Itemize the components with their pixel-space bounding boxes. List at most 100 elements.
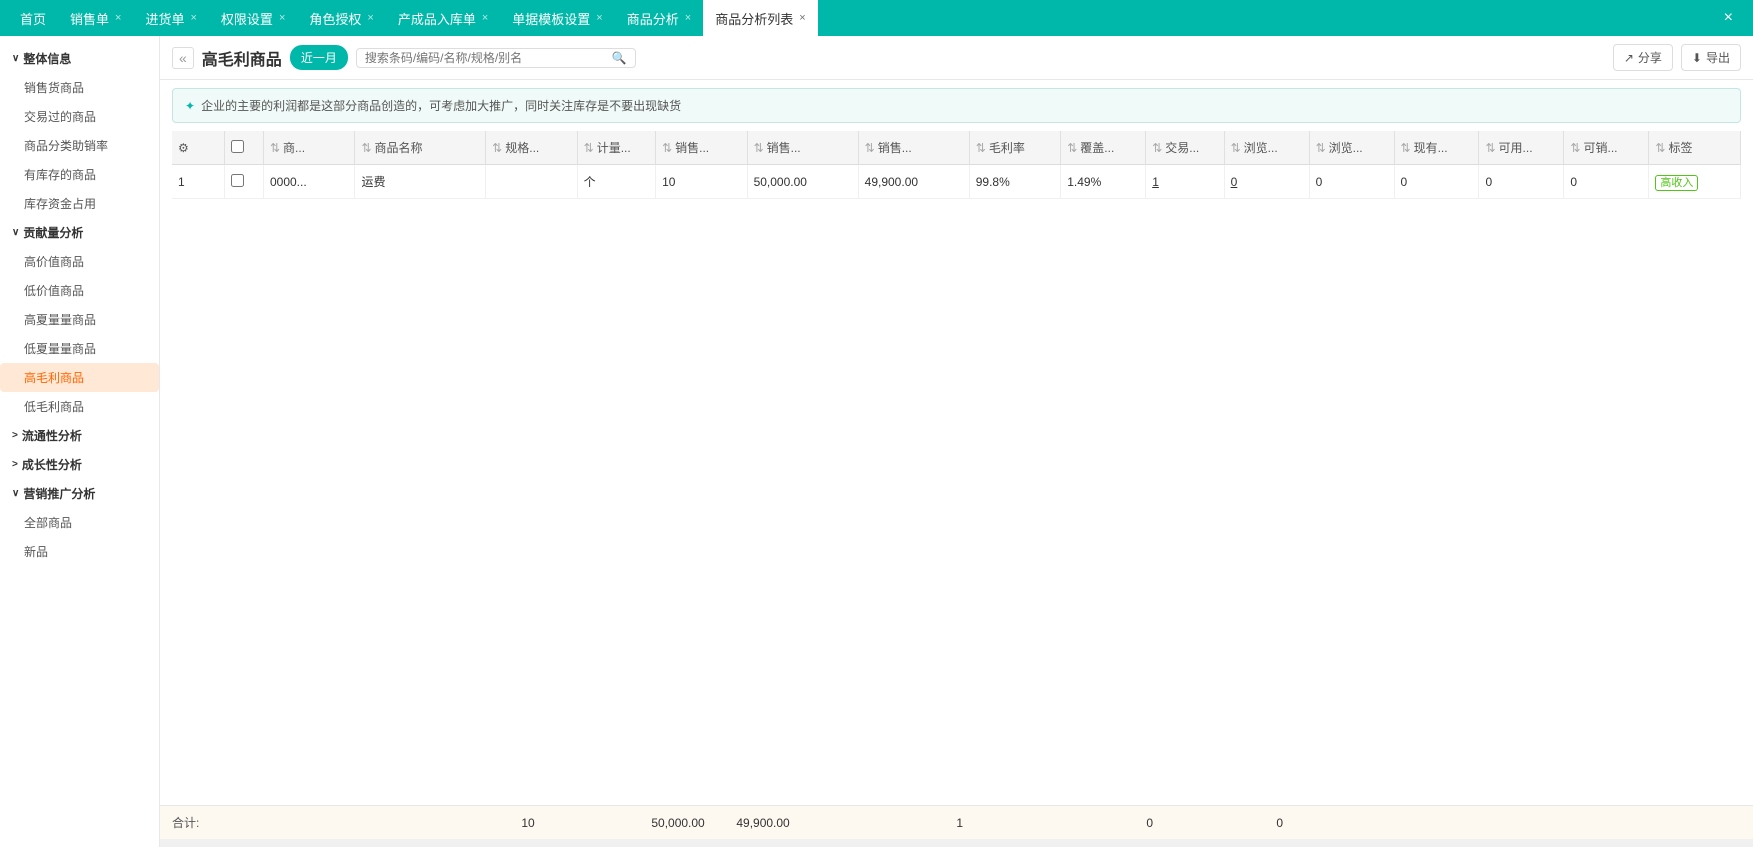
- share-button[interactable]: ↗ 分享: [1613, 44, 1673, 71]
- col-header-2[interactable]: ⇅商...: [263, 131, 354, 165]
- sort-icon: ⇅: [361, 141, 371, 155]
- nav-item-角色授权[interactable]: 角色授权×: [297, 0, 385, 36]
- nav-close-icon[interactable]: ×: [190, 12, 196, 24]
- sidebar-item-交易过的商品[interactable]: 交易过的商品: [0, 102, 159, 131]
- col-header-12[interactable]: ⇅浏览...: [1224, 131, 1309, 165]
- footer-transactions: 1: [956, 816, 1016, 830]
- table-row: 10000...运费个1050,000.0049,900.0099.8%1.49…: [172, 165, 1741, 199]
- row-views1[interactable]: 0: [1224, 165, 1309, 199]
- sidebar-item-低价值商品[interactable]: 低价值商品: [0, 276, 159, 305]
- col-header-7[interactable]: ⇅销售...: [747, 131, 858, 165]
- filter-recent-month-button[interactable]: 近一月: [290, 45, 348, 70]
- sidebar-item-高毛利商品[interactable]: 高毛利商品: [0, 363, 159, 392]
- nav-item-首页[interactable]: 首页: [8, 0, 58, 36]
- row-tag[interactable]: 高收入: [1649, 165, 1741, 199]
- footer-sales-profit: 49,900.00: [736, 816, 821, 830]
- col-header-3[interactable]: ⇅商品名称: [355, 131, 486, 165]
- sidebar-item-低毛利商品[interactable]: 低毛利商品: [0, 392, 159, 421]
- footer-bar: 合计: 10 50,000.00 49,900.00 1 0 0: [160, 805, 1753, 839]
- col-header-14[interactable]: ⇅现有...: [1394, 131, 1479, 165]
- chevron-icon: >: [12, 430, 18, 441]
- select-all-checkbox[interactable]: [231, 140, 244, 153]
- col-header-8[interactable]: ⇅销售...: [858, 131, 969, 165]
- row-sales-profit: 49,900.00: [858, 165, 969, 199]
- nav-close-icon[interactable]: ×: [279, 12, 285, 24]
- sort-icon: ⇅: [976, 141, 986, 155]
- nav-close-icon[interactable]: ×: [482, 12, 488, 24]
- chevron-icon: ∨: [12, 227, 19, 238]
- nav-item-产成品入库单[interactable]: 产成品入库单×: [386, 0, 500, 36]
- sort-icon: ⇅: [584, 141, 594, 155]
- data-table: ⚙⇅商...⇅商品名称⇅规格...⇅计量...⇅销售...⇅销售...⇅销售..…: [172, 131, 1741, 199]
- row-transactions-link[interactable]: 1: [1152, 175, 1159, 189]
- export-button[interactable]: ⬇ 导出: [1681, 44, 1741, 71]
- nav-close-icon[interactable]: ×: [799, 12, 805, 24]
- nav-item-权限设置[interactable]: 权限设置×: [209, 0, 297, 36]
- col-header-11[interactable]: ⇅交易...: [1146, 131, 1224, 165]
- sidebar-item-低夏量量商品[interactable]: 低夏量量商品: [0, 334, 159, 363]
- col-header-17[interactable]: ⇅标签: [1649, 131, 1741, 165]
- nav-close-icon[interactable]: ×: [367, 12, 373, 24]
- sidebar-group-营销推广分析[interactable]: ∨营销推广分析: [0, 479, 159, 508]
- sidebar-item-销售货商品[interactable]: 销售货商品: [0, 73, 159, 102]
- window-close-button[interactable]: ×: [1712, 9, 1745, 27]
- col-header-9[interactable]: ⇅毛利率: [969, 131, 1060, 165]
- footer-sellable-stock: 0: [1276, 816, 1341, 830]
- chevron-icon: ∨: [12, 488, 19, 499]
- row-spec: [486, 165, 577, 199]
- nav-item-进货单[interactable]: 进货单×: [133, 0, 208, 36]
- nav-item-销售单[interactable]: 销售单×: [58, 0, 133, 36]
- col-header-16[interactable]: ⇅可销...: [1564, 131, 1649, 165]
- row-checkbox-input[interactable]: [231, 174, 244, 187]
- sidebar-group-成长性分析[interactable]: >成长性分析: [0, 450, 159, 479]
- nav-close-icon[interactable]: ×: [596, 12, 602, 24]
- col-header-0[interactable]: ⚙: [172, 131, 224, 165]
- sidebar-group-流通性分析[interactable]: >流通性分析: [0, 421, 159, 450]
- row-transactions[interactable]: 1: [1146, 165, 1224, 199]
- info-icon: ✦: [185, 99, 195, 113]
- row-coverage: 1.49%: [1061, 165, 1146, 199]
- content-header: « 高毛利商品 近一月 🔍 ↗ 分享 ⬇ 导出: [160, 36, 1753, 80]
- share-icon: ↗: [1624, 51, 1634, 65]
- nav-item-商品分析[interactable]: 商品分析×: [615, 0, 703, 36]
- bottom-scrollbar[interactable]: [160, 839, 1753, 847]
- sidebar-item-高价值商品[interactable]: 高价值商品: [0, 247, 159, 276]
- nav-item-单据模板设置[interactable]: 单据模板设置×: [500, 0, 614, 36]
- sidebar-item-高夏量量商品[interactable]: 高夏量量商品: [0, 305, 159, 334]
- nav-item-商品分析列表[interactable]: 商品分析列表×: [703, 0, 817, 36]
- sidebar-item-新品[interactable]: 新品: [0, 537, 159, 566]
- col-header-1[interactable]: [224, 131, 263, 165]
- row-unit: 个: [577, 165, 655, 199]
- sidebar-group-整体信息[interactable]: ∨整体信息: [0, 44, 159, 73]
- col-header-5[interactable]: ⇅计量...: [577, 131, 655, 165]
- chevron-icon: ∨: [12, 53, 19, 64]
- row-checkbox[interactable]: [224, 165, 263, 199]
- sidebar-item-有库存的商品[interactable]: 有库存的商品: [0, 160, 159, 189]
- col-header-15[interactable]: ⇅可用...: [1479, 131, 1564, 165]
- sort-icon: ⇅: [865, 141, 875, 155]
- col-header-6[interactable]: ⇅销售...: [656, 131, 747, 165]
- sidebar-item-库存资金占用[interactable]: 库存资金占用: [0, 189, 159, 218]
- settings-icon[interactable]: ⚙: [178, 141, 189, 155]
- row-name: 运费: [355, 165, 486, 199]
- collapse-sidebar-button[interactable]: «: [172, 47, 194, 69]
- search-input[interactable]: [365, 51, 608, 65]
- sidebar: ∨整体信息销售货商品交易过的商品商品分类助销率有库存的商品库存资金占用∨贡献量分…: [0, 36, 160, 847]
- col-header-10[interactable]: ⇅覆盖...: [1061, 131, 1146, 165]
- footer-current-stock: 0: [1146, 816, 1211, 830]
- sort-icon: ⇅: [1316, 141, 1326, 155]
- sidebar-item-商品分类助销率[interactable]: 商品分类助销率: [0, 131, 159, 160]
- tag-label: 高收入: [1655, 175, 1698, 191]
- col-header-13[interactable]: ⇅浏览...: [1309, 131, 1394, 165]
- info-banner: ✦ 企业的主要的利润都是这部分商品创造的，可考虑加大推广，同时关注库存是不要出现…: [172, 88, 1741, 123]
- sidebar-group-贡献量分析[interactable]: ∨贡献量分析: [0, 218, 159, 247]
- col-header-4[interactable]: ⇅规格...: [486, 131, 577, 165]
- sort-icon: ⇅: [1570, 141, 1580, 155]
- sidebar-item-全部商品[interactable]: 全部商品: [0, 508, 159, 537]
- search-icon[interactable]: 🔍: [612, 51, 627, 65]
- nav-close-icon[interactable]: ×: [685, 12, 691, 24]
- row-views2: 0: [1309, 165, 1394, 199]
- export-icon: ⬇: [1692, 51, 1702, 65]
- nav-close-icon[interactable]: ×: [115, 12, 121, 24]
- row-views1-link[interactable]: 0: [1231, 175, 1238, 189]
